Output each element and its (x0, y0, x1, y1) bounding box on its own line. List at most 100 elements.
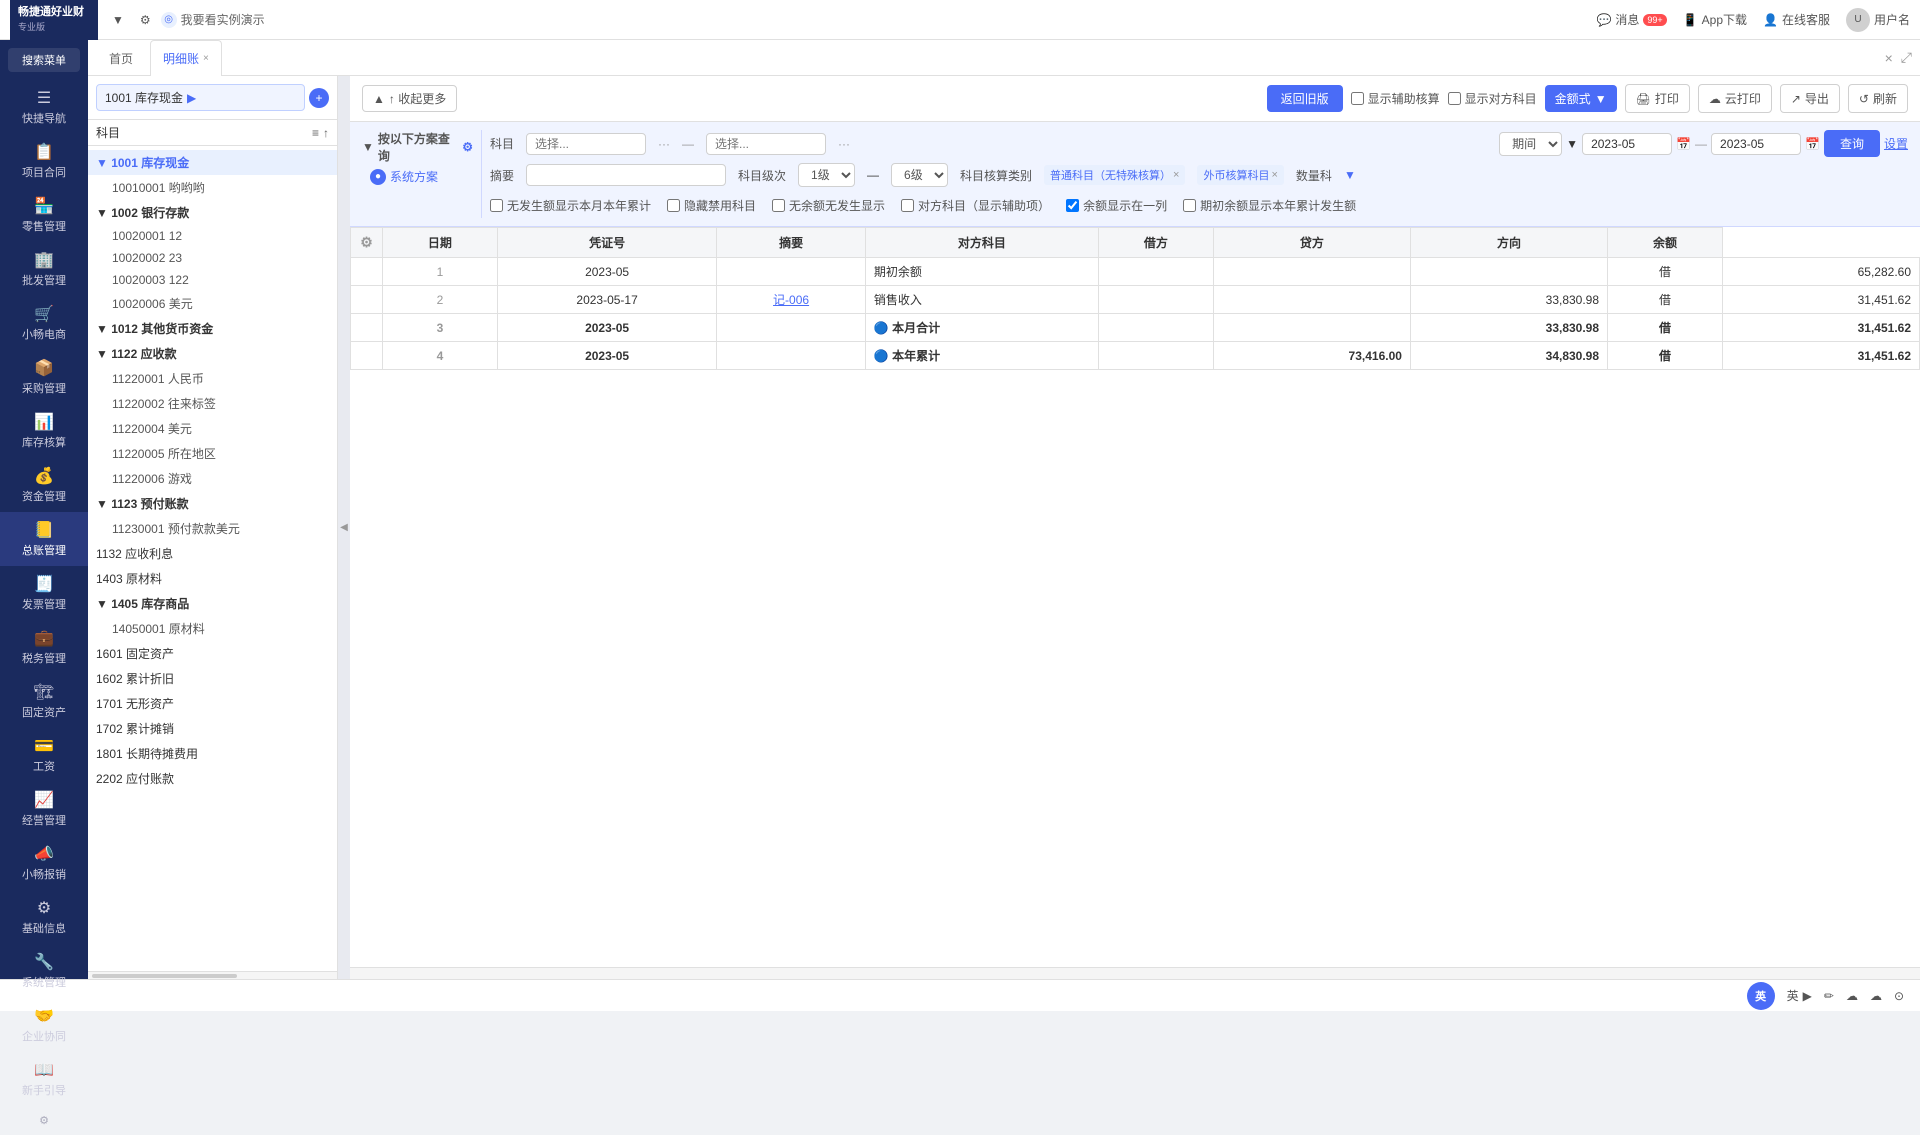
export-btn[interactable]: ↗ 导出 (1780, 84, 1840, 113)
subject-filter-input2[interactable] (706, 133, 826, 155)
sidebar-item-invoice[interactable]: 🧾 发票管理 (0, 566, 88, 620)
period-from-input[interactable] (1582, 133, 1672, 155)
sidebar-item-operations[interactable]: 📈 经营管理 (0, 782, 88, 836)
sidebar-item-ecommerce[interactable]: 🛒 小畅电商 (0, 296, 88, 350)
cell-voucher[interactable] (717, 258, 865, 286)
sidebar-item-retail[interactable]: 🏪 零售管理 (0, 188, 88, 242)
sidebar-item-purchase[interactable]: 📦 采购管理 (0, 350, 88, 404)
collapse-more-btn[interactable]: ▲ ↑ 收起更多 (362, 85, 457, 112)
tree-item[interactable]: 11220001 人民币 (88, 366, 337, 391)
check-hide-disabled-input[interactable] (667, 199, 680, 212)
account-nav-arrow[interactable]: ▶ (187, 91, 196, 105)
bottom-scrollbar[interactable] (350, 967, 1920, 979)
tree-item[interactable]: ▼ 1123 预付账款 (88, 491, 337, 516)
tree-item[interactable]: ▼ 1122 应收款 (88, 341, 337, 366)
tab-detail[interactable]: 明细账 × (150, 40, 222, 76)
tree-item[interactable]: 10020003 122 (88, 269, 337, 291)
tree-item[interactable]: ▼ 1405 库存商品 (88, 591, 337, 616)
user-info[interactable]: U 用户名 (1846, 8, 1910, 32)
status-cloud1[interactable]: ☁ (1846, 989, 1858, 1003)
tree-item[interactable]: 11220004 美元 (88, 416, 337, 441)
status-cloud2[interactable]: ☁ (1870, 989, 1882, 1003)
online-service-btn[interactable]: 👤 在线客服 (1763, 11, 1830, 28)
check-no-balance2[interactable]: 无余额无发生显示 (772, 197, 885, 214)
settings-link[interactable]: 设置 (1884, 135, 1908, 152)
sidebar-item-quicknav[interactable]: ☰ 快捷导航 (0, 80, 88, 134)
sidebar-item-guide[interactable]: 📖 新手引导 (0, 1052, 88, 1106)
tree-item[interactable]: 11220006 游戏 (88, 466, 337, 491)
sidebar-item-ledger[interactable]: 📒 总账管理 (0, 512, 88, 566)
tree-item[interactable]: 11220002 往来标签 (88, 391, 337, 416)
check-hide-disabled[interactable]: 隐藏禁用科目 (667, 197, 756, 214)
tree-item[interactable]: 11230001 预付款款美元 (88, 516, 337, 541)
search-menu-btn[interactable]: 搜索菜单 (8, 48, 80, 72)
scheme-settings-icon[interactable]: ⚙ (462, 140, 473, 154)
refresh-btn[interactable]: ↺ 刷新 (1848, 84, 1908, 113)
tab-home[interactable]: 首页 (96, 40, 146, 76)
sidebar-item-cooperation[interactable]: 🤝 企业协同 (0, 998, 88, 1052)
sidebar-item-basic[interactable]: ⚙ 基础信息 (0, 890, 88, 944)
return-old-btn[interactable]: 返回旧版 (1267, 85, 1343, 112)
table-gear-icon[interactable]: ⚙ (360, 234, 373, 250)
tree-item[interactable]: 1602 累计折旧 (88, 666, 337, 691)
expand-tree-btn[interactable]: + (309, 88, 329, 108)
nav-dropdown[interactable]: ▼ (106, 0, 130, 40)
check-opposite-input[interactable] (901, 199, 914, 212)
scheme-title[interactable]: ▼ 按以下方案查询 ⚙ (362, 130, 473, 164)
tree-item[interactable]: 2202 应付账款 (88, 766, 337, 791)
level-to-select[interactable]: 6级1级2级 (891, 163, 948, 187)
tree-item[interactable]: 11220005 所在地区 (88, 441, 337, 466)
tree-item[interactable]: 10020006 美元 (88, 291, 337, 316)
sidebar-item-inventory[interactable]: 📊 库存核算 (0, 404, 88, 458)
tree-item[interactable]: 1801 长期待摊费用 (88, 741, 337, 766)
status-circle[interactable]: ⊙ (1894, 989, 1904, 1003)
tree-item[interactable]: 1601 固定资产 (88, 641, 337, 666)
tree-item[interactable]: 1702 累计摊销 (88, 716, 337, 741)
tree-item[interactable]: 10020001 12 (88, 225, 337, 247)
show-check-input[interactable] (1351, 92, 1364, 105)
subject-filter-input[interactable] (526, 133, 646, 155)
tree-item[interactable]: 14050001 原材料 (88, 616, 337, 641)
tag-close-1[interactable]: × (1173, 169, 1179, 181)
tab-close-icon[interactable]: × (203, 53, 209, 64)
gold-format-btn[interactable]: 金额式 ▼ (1545, 85, 1617, 112)
app-download-btn[interactable]: 📱 App下载 (1683, 11, 1747, 28)
lang-btn[interactable]: 英 (1747, 982, 1775, 1010)
tabs-close-icon[interactable]: × (1885, 50, 1893, 66)
check-no-balance2-input[interactable] (772, 199, 785, 212)
check-no-balance[interactable]: 无发生额显示本月本年累计 (490, 197, 651, 214)
tree-item[interactable]: 10020002 23 (88, 247, 337, 269)
message-btn[interactable]: 💬 消息 99+ (1596, 11, 1666, 28)
summary-filter-input[interactable] (526, 164, 726, 186)
tabs-expand-icon[interactable]: ⤢ (1901, 49, 1912, 66)
cell-voucher[interactable] (717, 314, 865, 342)
tree-item[interactable]: ▼ 1002 银行存款 (88, 200, 337, 225)
cell-voucher[interactable]: 记-006 (717, 286, 865, 314)
query-btn[interactable]: 查询 (1824, 130, 1880, 157)
tree-item[interactable]: ▼ 1001 库存现金 (88, 150, 337, 175)
cell-voucher[interactable] (717, 342, 865, 370)
tree-item[interactable]: 1701 无形资产 (88, 691, 337, 716)
calendar-from-icon[interactable]: 📅 (1676, 137, 1691, 151)
status-eng[interactable]: 英 ▶ (1787, 987, 1812, 1004)
tree-item[interactable]: 10010001 哟哟哟 (88, 175, 337, 200)
show-check-checkbox[interactable]: 显示辅助核算 (1351, 90, 1440, 107)
sidebar-item-system[interactable]: 🔧 系统管理 (0, 944, 88, 998)
sidebar-item-assets[interactable]: 🏗 固定资产 (0, 674, 88, 728)
show-opposite-input[interactable] (1448, 92, 1461, 105)
toolbar-list-icon[interactable]: ≡ (312, 126, 319, 140)
level-from-select[interactable]: 1级2级3级 (798, 163, 855, 187)
check-balance-col-input[interactable] (1066, 199, 1079, 212)
sidebar-item-sales[interactable]: 📣 小畅报销 (0, 836, 88, 890)
sidebar-item-capital[interactable]: 💰 资金管理 (0, 458, 88, 512)
check-no-balance-input[interactable] (490, 199, 503, 212)
demo-button[interactable]: ◎ 我要看实例演示 (161, 11, 265, 28)
sidebar-settings[interactable]: ⚙ (0, 1106, 88, 1135)
tree-item[interactable]: 1132 应收利息 (88, 541, 337, 566)
system-scheme[interactable]: ● 系统方案 (362, 164, 473, 189)
cloud-print-btn[interactable]: ☁ 云打印 (1698, 84, 1772, 113)
sidebar-item-tax[interactable]: 💼 税务管理 (0, 620, 88, 674)
quantity-dropdown-icon[interactable]: ▼ (1344, 168, 1356, 182)
tree-item[interactable]: 1403 原材料 (88, 566, 337, 591)
check-period-balance-input[interactable] (1183, 199, 1196, 212)
